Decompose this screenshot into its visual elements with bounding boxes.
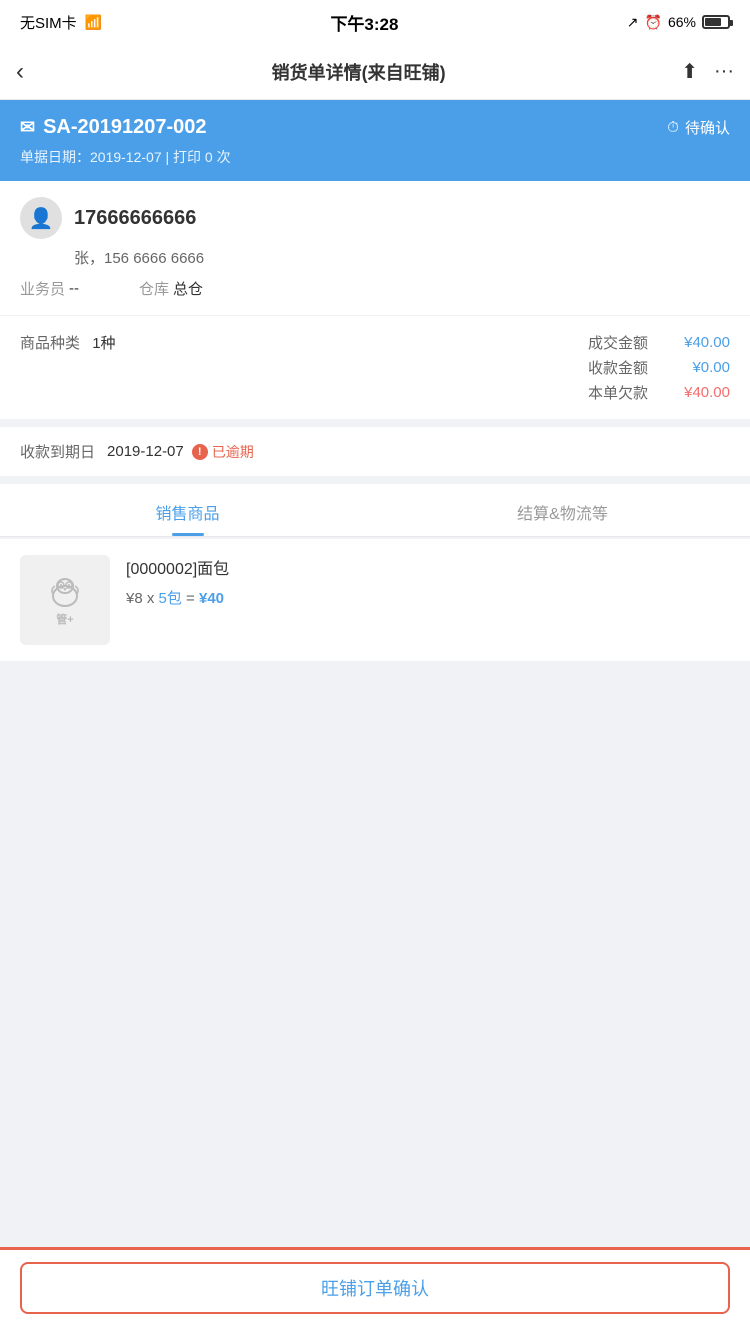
battery-percent: 66% bbox=[668, 14, 696, 30]
tab-settlement[interactable]: 结算&物流等 bbox=[375, 484, 750, 536]
carrier-text: 无SIM卡 bbox=[20, 12, 77, 33]
summary-left: 商品种类 1种 bbox=[20, 332, 116, 353]
content-area bbox=[0, 661, 750, 1001]
sales-value: -- bbox=[69, 280, 79, 297]
customer-section: 👤 17666666666 张，156 6666 6666 业务员 -- 仓库 … bbox=[0, 181, 750, 316]
order-status: ⏱ 待确认 bbox=[667, 117, 730, 138]
location-icon: ↗ bbox=[627, 14, 639, 31]
amount-row: 成交金额 ¥40.00 bbox=[588, 332, 730, 353]
order-date: 单据日期：2019-12-07 | 打印 0 次 bbox=[20, 147, 730, 167]
order-status-text: 待确认 bbox=[685, 117, 730, 138]
tabs-section: 销售商品 结算&物流等 bbox=[0, 484, 750, 537]
amount-value: ¥40.00 bbox=[660, 334, 730, 351]
summary-section: 商品种类 1种 成交金额 ¥40.00 收款金额 ¥0.00 本单欠款 ¥40.… bbox=[0, 316, 750, 427]
warehouse-label: 仓库 bbox=[139, 278, 169, 299]
back-button[interactable]: ‹ bbox=[16, 58, 36, 86]
product-item: 管+ [0000002]面包 ¥8 x 5包 = ¥40 bbox=[0, 539, 750, 661]
avatar-icon: 👤 bbox=[29, 206, 54, 231]
product-name: [0000002]面包 bbox=[126, 555, 730, 579]
product-section: 管+ [0000002]面包 ¥8 x 5包 = ¥40 bbox=[0, 539, 750, 661]
customer-top: 👤 17666666666 bbox=[20, 197, 730, 239]
wifi-icon: 📶 bbox=[85, 14, 102, 31]
alarm-icon: ⏰ bbox=[645, 14, 662, 31]
sales-label: 业务员 bbox=[20, 278, 65, 299]
status-clock-icon: ⏱ bbox=[667, 119, 679, 136]
customer-avatar: 👤 bbox=[20, 197, 62, 239]
more-icon[interactable]: ··· bbox=[714, 60, 734, 83]
status-right: ↗ ⏰ 66% bbox=[627, 14, 730, 31]
received-row: 收款金额 ¥0.00 bbox=[588, 357, 730, 378]
order-header-banner: ✉ SA-20191207-002 ⏱ 待确认 单据日期：2019-12-07 … bbox=[0, 100, 750, 181]
due-section: 收款到期日 2019-12-07 ! 已逾期 bbox=[0, 427, 750, 484]
brand-logo-svg bbox=[40, 574, 90, 609]
customer-phone: 17666666666 bbox=[74, 207, 196, 230]
overdue-badge: ! 已逾期 bbox=[192, 442, 254, 462]
order-id: ✉ SA-20191207-002 bbox=[20, 116, 207, 139]
tab-products[interactable]: 销售商品 bbox=[0, 484, 375, 536]
nav-actions: ⬆ ··· bbox=[681, 59, 734, 84]
due-date-label: 收款到期日 bbox=[20, 441, 95, 462]
amount-label: 成交金额 bbox=[588, 332, 648, 353]
page-title: 销货单详情(来自旺铺) bbox=[36, 59, 681, 85]
multiply-sign: x bbox=[147, 590, 159, 607]
share-icon[interactable]: ⬆ bbox=[681, 59, 698, 84]
overdue-text: 已逾期 bbox=[212, 442, 254, 462]
category-value: 1种 bbox=[92, 335, 115, 352]
nav-bar: ‹ 销货单详情(来自旺铺) ⬆ ··· bbox=[0, 44, 750, 100]
summary-right: 成交金额 ¥40.00 收款金额 ¥0.00 本单欠款 ¥40.00 bbox=[588, 332, 730, 403]
bottom-bar: 旺铺订单确认 bbox=[0, 1247, 750, 1334]
order-id-text: SA-20191207-002 bbox=[43, 116, 206, 139]
received-label: 收款金额 bbox=[588, 357, 648, 378]
equals-sign: = bbox=[186, 590, 199, 607]
total-price: ¥40 bbox=[199, 590, 224, 607]
customer-meta: 业务员 -- 仓库 总仓 bbox=[20, 278, 730, 299]
overdue-dot-icon: ! bbox=[192, 444, 208, 460]
product-image: 管+ bbox=[20, 555, 110, 645]
product-image-inner: 管+ bbox=[40, 574, 90, 627]
product-info: [0000002]面包 ¥8 x 5包 = ¥40 bbox=[126, 555, 730, 608]
time-display: 下午3:28 bbox=[330, 10, 398, 35]
warehouse-value: 总仓 bbox=[173, 278, 203, 299]
received-value: ¥0.00 bbox=[660, 359, 730, 376]
category-label: 商品种类 bbox=[20, 335, 80, 352]
status-left: 无SIM卡 📶 bbox=[20, 12, 102, 33]
quantity: 5包 bbox=[159, 590, 182, 607]
order-icon: ✉ bbox=[20, 117, 35, 138]
product-price-row: ¥8 x 5包 = ¥40 bbox=[126, 587, 730, 608]
status-bar: 无SIM卡 📶 下午3:28 ↗ ⏰ 66% bbox=[0, 0, 750, 44]
due-date-value: 2019-12-07 bbox=[107, 443, 184, 460]
owed-label: 本单欠款 bbox=[588, 382, 648, 403]
owed-row: 本单欠款 ¥40.00 bbox=[588, 382, 730, 403]
owed-value: ¥40.00 bbox=[660, 384, 730, 401]
brand-text: 管+ bbox=[56, 611, 73, 627]
unit-price: ¥8 bbox=[126, 590, 143, 607]
confirm-button[interactable]: 旺铺订单确认 bbox=[20, 1262, 730, 1314]
battery-icon bbox=[702, 15, 730, 29]
order-header-top: ✉ SA-20191207-002 ⏱ 待确认 bbox=[20, 116, 730, 139]
customer-name: 张，156 6666 6666 bbox=[74, 247, 730, 268]
